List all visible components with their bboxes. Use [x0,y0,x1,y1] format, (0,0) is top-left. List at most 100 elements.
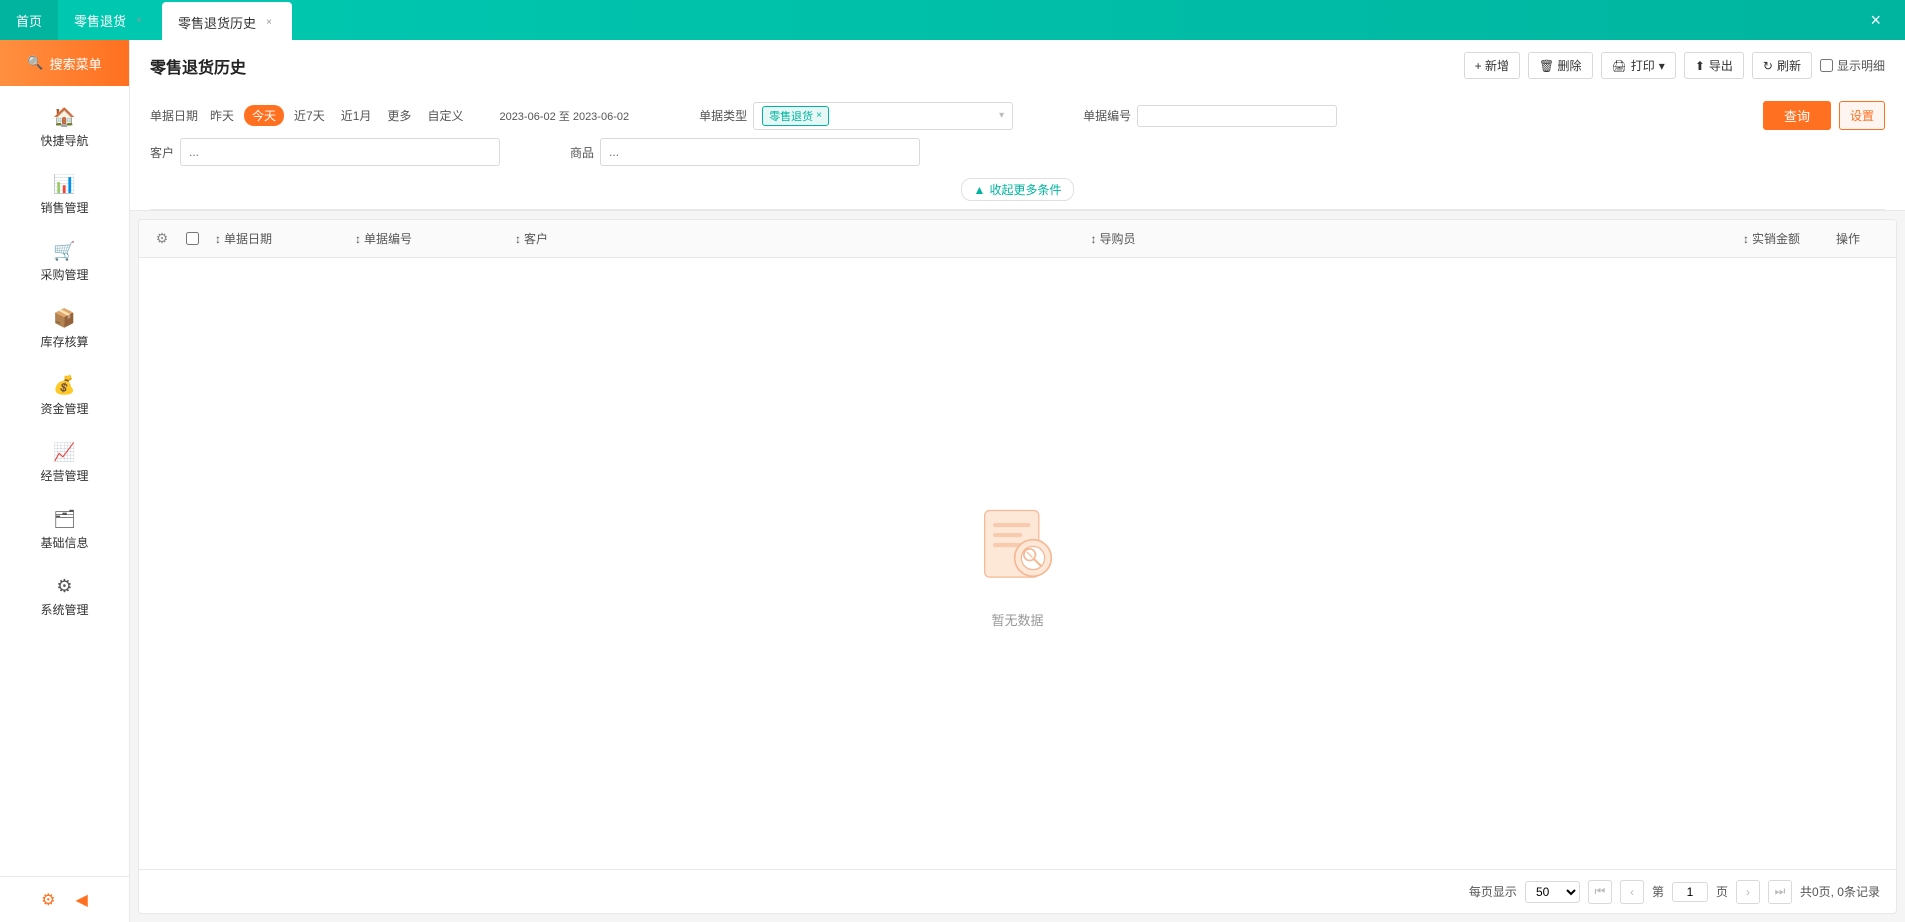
sidebar-settings-button[interactable]: ⚙ [41,890,55,910]
goods-filter-input[interactable] [609,145,911,159]
page-first-button[interactable]: ⏮ [1588,880,1612,904]
select-all-input[interactable] [186,232,199,245]
th-customer-sort: ↕ [515,232,521,246]
tab-home[interactable]: 首页 [0,0,58,40]
page-last-button[interactable]: ⏭ [1768,880,1792,904]
sidebar-item-system[interactable]: ⚙ 系统管理 [0,563,129,630]
export-button[interactable]: ⬆ 导出 [1684,52,1744,79]
filter-action-buttons: 查询 设置 [1763,101,1885,130]
th-customer-text: 客户 [524,230,548,247]
date-option-1month[interactable]: 近1月 [335,105,378,126]
page-size-label: 每页显示 [1469,883,1517,900]
type-tag-value: 零售退货 × [762,106,829,126]
date-options-group: 昨天 今天 近7天 近1月 更多 自定义 [204,105,469,126]
inventory-icon: 📦 [54,307,76,329]
page-label-after: 页 [1716,883,1728,900]
page-size-select[interactable]: 10 20 50 100 [1525,881,1580,903]
date-option-custom[interactable]: 自定义 [421,105,469,126]
page-next-button[interactable]: › [1736,880,1760,904]
type-select-dropdown-icon: ▾ [999,110,1004,121]
sidebar-item-finance[interactable]: 💰 资金管理 [0,362,129,429]
collapse-button[interactable]: ▲ 收起更多条件 [961,178,1075,201]
date-option-yesterday[interactable]: 昨天 [204,105,240,126]
delete-button[interactable]: 🗑 删除 [1528,52,1593,79]
main-layout: 🔍 搜索菜单 🏠 快捷导航 📊 销售管理 🛒 采购管理 📦 库存核算 💰 [0,40,1905,922]
customer-filter-wrapper [180,138,500,166]
sidebar-item-quick-nav[interactable]: 🏠 快捷导航 [0,94,129,161]
empty-state: 暂无数据 [139,258,1896,869]
search-menu-label: 搜索菜单 [50,54,102,73]
sidebar-item-quick-nav-label: 快捷导航 [40,132,88,149]
table-select-all-checkbox[interactable] [177,232,207,245]
number-filter-label: 单据编号 [1083,107,1131,124]
print-icon: 🖨 [1612,59,1627,73]
th-customer[interactable]: ↕ 客户 [507,230,1083,247]
tab-retail-return-history-close[interactable]: × [262,15,276,29]
sidebar-item-operations[interactable]: 📈 经营管理 [0,429,129,496]
finance-icon: 💰 [54,374,76,396]
date-option-today[interactable]: 今天 [244,105,284,126]
type-filter-label: 单据类型 [699,107,747,124]
th-amount[interactable]: ↕ 实销金额 [1233,230,1809,247]
refresh-icon: ↻ [1763,59,1773,73]
export-label: 导出 [1709,57,1733,74]
toolbar: + 新增 🗑 删除 🖨 打印 ▾ ⬆ 导出 ↻ 刷新 [1464,52,1885,79]
window-close-button[interactable]: × [1862,10,1889,31]
table-settings-icon[interactable]: ⚙ [147,230,177,247]
sidebar-item-basic-info[interactable]: 🗂 基础信息 [0,496,129,563]
th-guide[interactable]: ↕ 导购员 [1083,230,1233,247]
page-prev-button[interactable]: ‹ [1620,880,1644,904]
date-option-7days[interactable]: 近7天 [288,105,331,126]
date-option-more[interactable]: 更多 [381,105,417,126]
filter-row-1: 单据日期 昨天 今天 近7天 近1月 更多 自定义 2023-06-02 至 2… [150,101,1885,130]
th-number-text: 单据编号 [364,230,412,247]
date-filter-label: 单据日期 [150,107,198,124]
main-content: 零售退货历史 + 新增 🗑 删除 🖨 打印 ▾ ⬆ 导出 ↻ [130,40,1905,922]
operations-icon: 📈 [54,441,76,463]
show-detail-label: 显示明细 [1837,57,1885,74]
show-detail-checkbox-input[interactable] [1820,59,1833,72]
page-label-before: 第 [1652,883,1664,900]
sidebar-item-sales[interactable]: 📊 销售管理 [0,161,129,228]
settings-button[interactable]: 设置 [1839,101,1885,130]
th-amount-sort: ↕ [1743,232,1749,246]
tab-list: 首页 零售退货 × 零售退货历史 × [0,0,1862,40]
th-number-sort: ↕ [355,232,361,246]
page-number-input[interactable] [1672,882,1708,902]
query-button[interactable]: 查询 [1763,101,1831,130]
print-label: 打印 [1631,57,1655,74]
sidebar-item-purchase-label: 采购管理 [40,266,88,283]
th-guide-text: 导购员 [1100,230,1136,247]
tab-home-label: 首页 [16,11,42,30]
type-filter-item: 单据类型 零售退货 × ▾ [699,102,1013,130]
tab-retail-return-history[interactable]: 零售退货历史 × [162,2,292,42]
print-dropdown-icon: ▾ [1659,59,1665,73]
search-menu-button[interactable]: 🔍 搜索菜单 [0,40,129,86]
purchase-icon: 🛒 [54,240,76,262]
refresh-button[interactable]: ↻ 刷新 [1752,52,1812,79]
customer-filter-input[interactable] [189,145,491,159]
type-tag-close[interactable]: × [816,110,822,121]
show-detail-toggle[interactable]: 显示明细 [1820,57,1885,74]
sidebar-bottom: ⚙ ◀ [0,876,129,922]
th-date-text: 单据日期 [224,230,272,247]
sidebar-item-sales-label: 销售管理 [40,199,88,216]
sidebar-item-purchase[interactable]: 🛒 采购管理 [0,228,129,295]
tab-retail-return-close[interactable]: × [132,13,146,27]
date-range-display: 2023-06-02 至 2023-06-02 [499,108,629,124]
sidebar-item-basic-info-label: 基础信息 [40,534,88,551]
th-number[interactable]: ↕ 单据编号 [347,230,507,247]
sidebar-collapse-button[interactable]: ◀ [76,890,88,910]
new-button[interactable]: + 新增 [1464,52,1520,79]
sidebar-item-inventory-label: 库存核算 [40,333,88,350]
number-filter-input[interactable] [1137,105,1337,127]
page-title-row: 零售退货历史 + 新增 🗑 删除 🖨 打印 ▾ ⬆ 导出 ↻ [150,52,1885,79]
topbar-right: × [1862,10,1905,31]
th-date-label: ↕ [215,232,221,246]
customer-filter-label: 客户 [150,144,174,161]
type-select[interactable]: 零售退货 × ▾ [753,102,1013,130]
tab-retail-return[interactable]: 零售退货 × [58,0,162,40]
sidebar-item-inventory[interactable]: 📦 库存核算 [0,295,129,362]
th-date[interactable]: ↕ 单据日期 [207,230,347,247]
print-button[interactable]: 🖨 打印 ▾ [1601,52,1676,79]
